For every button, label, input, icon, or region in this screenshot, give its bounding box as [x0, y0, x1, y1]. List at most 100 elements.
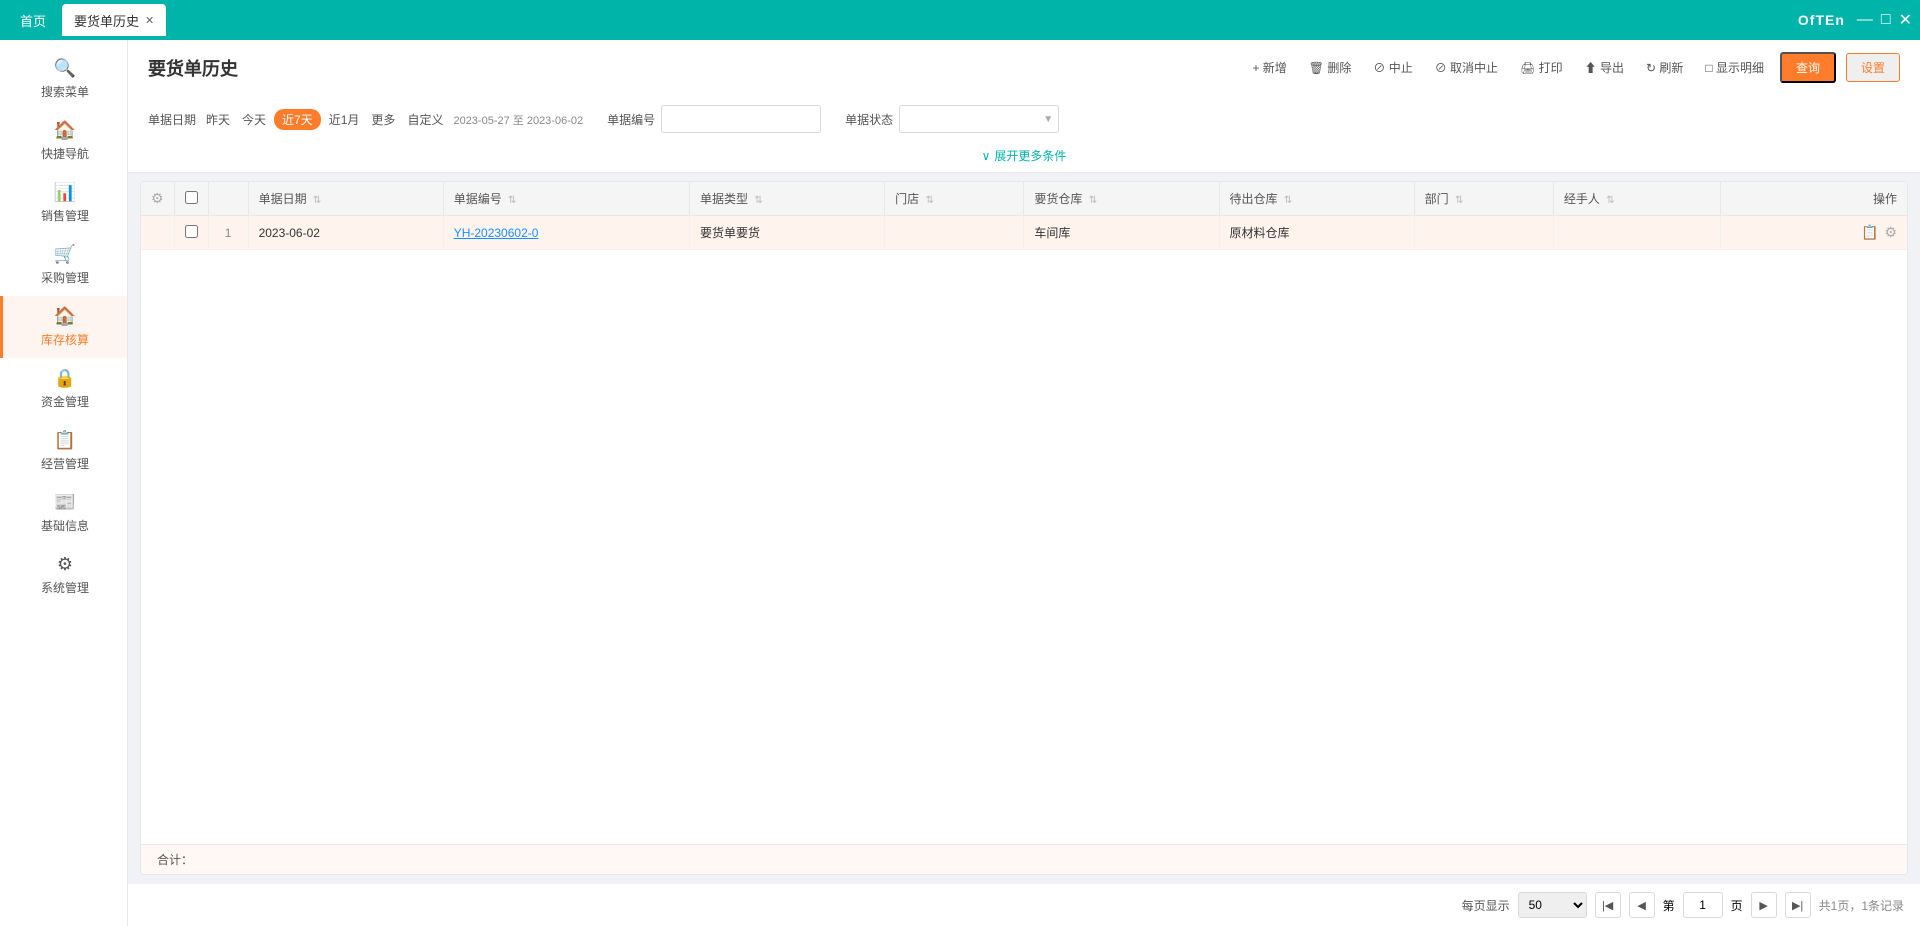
sort-req-warehouse-icon[interactable]: ⇅ [1089, 195, 1097, 206]
sort-order-type-icon[interactable]: ⇅ [754, 195, 762, 206]
minimize-icon[interactable]: — [1857, 11, 1873, 29]
sidebar-item-purchase[interactable]: 🛒 采购管理 [0, 234, 127, 296]
page-number-input[interactable] [1683, 892, 1723, 918]
th-settings: ⚙ [141, 182, 174, 216]
finance-icon: 🔒 [54, 368, 76, 389]
query-button[interactable]: 查询 [1780, 52, 1836, 83]
sidebar-item-inventory[interactable]: 🏠 库存核算 [0, 296, 127, 358]
table-header-row: ⚙ 单据日期 ⇅ 单据编号 [141, 182, 1907, 216]
export-button[interactable]: ⬆ 导出 [1579, 55, 1630, 80]
cancel-stop-button[interactable]: ⊘ 取消中止 [1429, 55, 1504, 80]
row-req-warehouse: 车间库 [1034, 226, 1070, 240]
date-filter-group: 单据日期 昨天 今天 近7天 近1月 更多 自定义 2023-05-27 至 2… [148, 109, 583, 130]
table-header: ⚙ 单据日期 ⇅ 单据编号 [141, 182, 1907, 216]
stop-button[interactable]: ⊘ 中止 [1367, 55, 1418, 80]
th-req-warehouse-label: 要货仓库 [1034, 192, 1082, 206]
sort-store-icon[interactable]: ⇅ [926, 195, 934, 206]
th-operation: 操作 [1721, 182, 1908, 216]
table-scroll: ⚙ 单据日期 ⇅ 单据编号 [141, 182, 1907, 844]
th-order-type-label: 单据类型 [700, 192, 748, 206]
new-button[interactable]: + 新增 [1246, 55, 1292, 80]
sort-department-icon[interactable]: ⇅ [1455, 195, 1463, 206]
per-page-select[interactable]: 50 10 20 100 [1518, 892, 1587, 918]
page-header: 要货单历史 + 新增 🗑 删除 ⊘ 中止 ⊘ 取消中止 🖨 打印 ⬆ 导出 ↻ … [128, 40, 1920, 173]
row-pending-warehouse: 原材料仓库 [1230, 226, 1290, 240]
tab-history[interactable]: 要货单历史 ✕ [62, 4, 166, 36]
status-select[interactable] [899, 105, 1059, 133]
sort-handler-icon[interactable]: ⇅ [1606, 195, 1614, 206]
page-title: 要货单历史 [148, 55, 238, 81]
maximize-icon[interactable]: □ [1881, 11, 1891, 29]
display-detail-button[interactable]: □ 显示明细 [1699, 55, 1770, 80]
date-btn-more[interactable]: 更多 [367, 109, 399, 130]
order-no-input[interactable] [661, 105, 821, 133]
th-checkbox [174, 182, 208, 216]
th-order-no: 单据编号 ⇅ [443, 182, 689, 216]
sidebar-item-operation-label: 经营管理 [41, 455, 89, 472]
delete-button[interactable]: 🗑 删除 [1303, 55, 1358, 80]
column-settings-icon[interactable]: ⚙ [151, 190, 164, 206]
td-operation: 📋 ⚙ [1721, 216, 1908, 250]
sidebar-item-system[interactable]: ⚙ 系统管理 [0, 544, 127, 606]
sidebar-item-inventory-label: 库存核算 [41, 331, 89, 348]
table-row: 1 2023-06-02 YH-20230602-0 要货单要货 [141, 216, 1907, 250]
row-checkbox[interactable] [185, 225, 198, 238]
close-icon[interactable]: ✕ [145, 14, 154, 27]
sidebar-item-shortcut[interactable]: 🏠 快捷导航 [0, 110, 127, 172]
date-btn-last7[interactable]: 近7天 [274, 109, 321, 130]
row-operations: 📋 ⚙ [1731, 224, 1897, 241]
print-button[interactable]: 🖨 打印 [1514, 55, 1569, 80]
th-pending-warehouse: 待出仓库 ⇅ [1219, 182, 1414, 216]
sidebar-item-system-label: 系统管理 [41, 579, 89, 596]
date-btn-custom[interactable]: 自定义 [403, 109, 447, 130]
sidebar-item-basic-label: 基础信息 [41, 517, 89, 534]
pagination: 每页显示 50 10 20 100 |◀ ◀ 第 页 ▶ ▶| 共1页，1条记录 [128, 883, 1920, 926]
th-date: 单据日期 ⇅ [248, 182, 443, 216]
row-number: 1 [225, 226, 232, 240]
tab-history-label: 要货单历史 [74, 11, 139, 30]
tab-home-label: 首页 [20, 11, 46, 30]
sort-date-icon[interactable]: ⇅ [313, 195, 321, 206]
row-more-icon[interactable]: ⚙ [1884, 224, 1897, 241]
td-num: 1 [208, 216, 248, 250]
first-page-btn[interactable]: |◀ [1595, 892, 1621, 918]
date-btn-today[interactable]: 今天 [238, 109, 270, 130]
table-area: ⚙ 单据日期 ⇅ 单据编号 [140, 181, 1908, 875]
select-all-checkbox[interactable] [185, 191, 198, 204]
sidebar-item-finance[interactable]: 🔒 资金管理 [0, 358, 127, 420]
row-order-no[interactable]: YH-20230602-0 [454, 226, 539, 240]
sort-pending-warehouse-icon[interactable]: ⇅ [1284, 195, 1292, 206]
th-order-no-label: 单据编号 [454, 192, 502, 206]
sales-icon: 📊 [54, 182, 76, 203]
settings-button[interactable]: 设置 [1846, 53, 1900, 82]
shortcut-icon: 🏠 [54, 120, 76, 141]
td-settings [141, 216, 174, 250]
refresh-button[interactable]: ↻ 刷新 [1640, 55, 1689, 80]
page-title-row: 要货单历史 + 新增 🗑 删除 ⊘ 中止 ⊘ 取消中止 🖨 打印 ⬆ 导出 ↻ … [148, 52, 1900, 83]
sidebar-item-operation[interactable]: 📋 经营管理 [0, 420, 127, 482]
date-filter-label: 单据日期 [148, 111, 196, 128]
sidebar-item-sales[interactable]: 📊 销售管理 [0, 172, 127, 234]
sum-label: 合计： [157, 851, 193, 868]
sort-order-no-icon[interactable]: ⇅ [508, 195, 516, 206]
sidebar-item-search[interactable]: 🔍 搜索菜单 [0, 48, 127, 110]
total-info: 共1页，1条记录 [1819, 897, 1904, 914]
th-num [208, 182, 248, 216]
next-page-btn[interactable]: ▶ [1751, 892, 1777, 918]
table-body: 1 2023-06-02 YH-20230602-0 要货单要货 [141, 216, 1907, 250]
date-btn-last-month[interactable]: 近1月 [325, 109, 364, 130]
date-btn-yesterday[interactable]: 昨天 [202, 109, 234, 130]
td-department [1414, 216, 1553, 250]
sidebar-item-basic[interactable]: 📰 基础信息 [0, 482, 127, 544]
status-filter-group: 单据状态 ▼ [845, 105, 1059, 133]
th-pending-warehouse-label: 待出仓库 [1230, 192, 1278, 206]
prev-page-btn[interactable]: ◀ [1629, 892, 1655, 918]
close-window-icon[interactable]: ✕ [1899, 10, 1912, 30]
row-edit-icon[interactable]: 📋 [1861, 224, 1878, 241]
expand-more-button[interactable]: ∨ 展开更多条件 [148, 143, 1900, 172]
sidebar-item-purchase-label: 采购管理 [41, 269, 89, 286]
tab-home[interactable]: 首页 [8, 4, 58, 36]
table-footer: 合计： [141, 844, 1907, 874]
last-page-btn[interactable]: ▶| [1785, 892, 1811, 918]
main-layout: 🔍 搜索菜单 🏠 快捷导航 📊 销售管理 🛒 采购管理 🏠 库存核算 🔒 资金管… [0, 40, 1920, 926]
